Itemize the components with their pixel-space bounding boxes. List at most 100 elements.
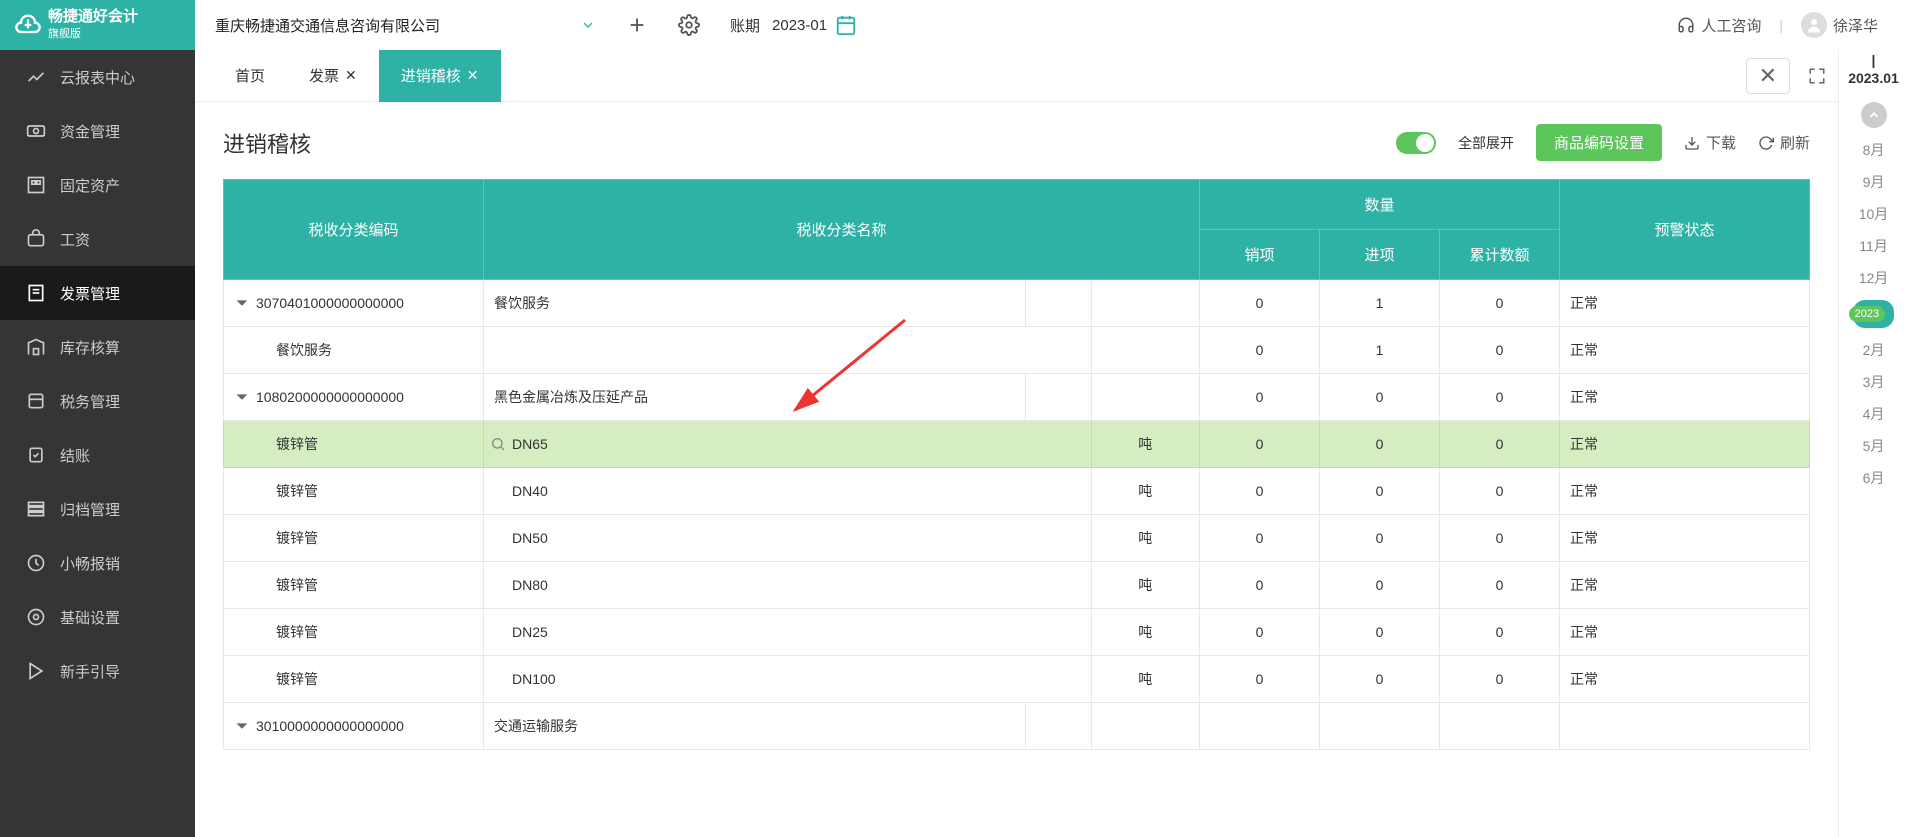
tabs-close-all[interactable]: ✕ <box>1746 58 1790 94</box>
cell-name: 镀锌管 <box>224 468 484 515</box>
support-label: 人工咨询 <box>1701 15 1761 36</box>
sidebar-item-label: 结账 <box>60 445 90 466</box>
close-icon[interactable]: ✕ <box>345 67 357 84</box>
sidebar-item-4[interactable]: 发票管理 <box>0 266 195 320</box>
tab-home[interactable]: 首页 <box>213 50 287 102</box>
sidebar-item-8[interactable]: 归档管理 <box>0 482 195 536</box>
tab-audit[interactable]: 进销稽核✕ <box>379 50 501 102</box>
support-button[interactable]: 人工咨询 <box>1677 15 1761 36</box>
cell-cumulative: 0 <box>1440 421 1560 468</box>
cell-unit <box>1091 327 1200 374</box>
rail-month[interactable]: 3月 <box>1853 366 1895 398</box>
rail-month[interactable]: 12月 <box>1853 262 1895 294</box>
brand-logo[interactable]: 畅捷通好会计 旗舰版 <box>0 0 195 50</box>
separator: | <box>1779 17 1783 33</box>
sidebar-item-label: 新手引导 <box>60 661 120 682</box>
tabs-bar: 首页 发票✕ 进销稽核✕ ✕ <box>195 50 1838 102</box>
cell-spec: DN80 <box>484 562 1092 609</box>
expand-all-toggle[interactable] <box>1396 132 1436 154</box>
user-menu[interactable]: 徐泽华 <box>1801 12 1878 38</box>
cell-alert: 正常 <box>1560 562 1810 609</box>
cell-sales: 0 <box>1200 656 1320 703</box>
cell-alert: 正常 <box>1560 421 1810 468</box>
cell-code: 3010000000000000000 <box>224 703 484 750</box>
cell-cumulative: 0 <box>1440 562 1560 609</box>
cell-unit: 吨 <box>1091 468 1200 515</box>
table-row[interactable]: 镀锌管DN100吨000正常 <box>224 656 1810 703</box>
cell-purchase <box>1320 703 1440 750</box>
rail-month[interactable]: 10月 <box>1853 198 1895 230</box>
cell-sales: 0 <box>1200 468 1320 515</box>
table-row[interactable]: 镀锌管DN80吨000正常 <box>224 562 1810 609</box>
cell-cumulative <box>1440 703 1560 750</box>
cell-name: 镀锌管 <box>224 421 484 468</box>
table-row[interactable]: 镀锌管DN25吨000正常 <box>224 609 1810 656</box>
rail-sep: | <box>1848 51 1899 69</box>
refresh-icon <box>1758 135 1774 151</box>
rail-month[interactable]: 5月 <box>1853 430 1895 462</box>
cell-spec <box>1026 374 1091 421</box>
chevron-up-icon <box>1867 108 1881 122</box>
sidebar-item-9[interactable]: 小畅报销 <box>0 536 195 590</box>
cell-spec: DN100 <box>484 656 1092 703</box>
cell-spec: DN65 <box>484 421 1092 468</box>
sidebar-item-5[interactable]: 库存核算 <box>0 320 195 374</box>
sidebar-item-label: 发票管理 <box>60 283 120 304</box>
download-button[interactable]: 下载 <box>1684 132 1736 153</box>
rail-month[interactable]: 4月 <box>1853 398 1895 430</box>
table-row[interactable]: 镀锌管DN40吨000正常 <box>224 468 1810 515</box>
sidebar-item-7[interactable]: 结账 <box>0 428 195 482</box>
rail-month[interactable]: 11月 <box>1853 230 1895 262</box>
calendar-icon[interactable] <box>835 14 857 36</box>
avatar <box>1801 12 1827 38</box>
sidebar-item-1[interactable]: 资金管理 <box>0 104 195 158</box>
col-tax-name: 税收分类名称 <box>484 180 1200 280</box>
table-row[interactable]: 3070401000000000000餐饮服务010正常 <box>224 280 1810 327</box>
rail-month[interactable]: 9月 <box>1853 166 1895 198</box>
code-settings-button[interactable]: 商品编码设置 <box>1536 124 1662 161</box>
table-row[interactable]: 镀锌管DN50吨000正常 <box>224 515 1810 562</box>
sidebar-item-label: 云报表中心 <box>60 67 135 88</box>
chevron-down-icon <box>580 17 596 33</box>
rail-month[interactable]: 2月 <box>1853 334 1895 366</box>
sidebar-item-10[interactable]: 基础设置 <box>0 590 195 644</box>
refresh-button[interactable]: 刷新 <box>1758 132 1810 153</box>
period-value[interactable]: 2023-01 <box>772 17 827 34</box>
brand-name: 畅捷通好会计 <box>48 9 138 26</box>
rail-month[interactable]: 6月 <box>1853 462 1895 494</box>
cell-purchase: 0 <box>1320 468 1440 515</box>
col-sales: 销项 <box>1200 230 1320 280</box>
sidebar-item-11[interactable]: 新手引导 <box>0 644 195 698</box>
cell-code: 1080200000000000000 <box>224 374 484 421</box>
sidebar-item-3[interactable]: 工资 <box>0 212 195 266</box>
cell-purchase: 0 <box>1320 609 1440 656</box>
table-row[interactable]: 3010000000000000000交通运输服务 <box>224 703 1810 750</box>
settings-button[interactable] <box>678 14 700 36</box>
cell-sales: 0 <box>1200 421 1320 468</box>
close-icon[interactable]: ✕ <box>467 67 479 84</box>
sidebar-item-label: 资金管理 <box>60 121 120 142</box>
sidebar-item-0[interactable]: 云报表中心 <box>0 50 195 104</box>
tab-invoice[interactable]: 发票✕ <box>287 50 379 102</box>
company-selector[interactable]: 重庆畅捷通交通信息咨询有限公司 <box>215 15 596 36</box>
cell-unit: 吨 <box>1091 656 1200 703</box>
add-button[interactable] <box>626 14 648 36</box>
sidebar-item-label: 归档管理 <box>60 499 120 520</box>
rail-month[interactable]: 20231月 <box>1853 294 1895 334</box>
rail-month[interactable]: 8月 <box>1853 134 1895 166</box>
company-name: 重庆畅捷通交通信息咨询有限公司 <box>215 15 440 36</box>
cloud-icon <box>14 11 42 39</box>
cell-purchase: 0 <box>1320 515 1440 562</box>
fullscreen-icon[interactable] <box>1808 67 1826 85</box>
search-icon[interactable] <box>490 436 506 452</box>
table-row[interactable]: 餐饮服务010正常 <box>224 327 1810 374</box>
sidebar-item-6[interactable]: 税务管理 <box>0 374 195 428</box>
col-alert: 预警状态 <box>1560 180 1810 280</box>
cell-purchase: 0 <box>1320 656 1440 703</box>
sidebar-item-2[interactable]: 固定资产 <box>0 158 195 212</box>
cell-alert: 正常 <box>1560 656 1810 703</box>
table-row[interactable]: 1080200000000000000黑色金属冶炼及压延产品000正常 <box>224 374 1810 421</box>
rail-scroll-up[interactable] <box>1861 102 1887 128</box>
table-row[interactable]: 镀锌管DN65吨000正常 <box>224 421 1810 468</box>
cell-sales: 0 <box>1200 280 1320 327</box>
